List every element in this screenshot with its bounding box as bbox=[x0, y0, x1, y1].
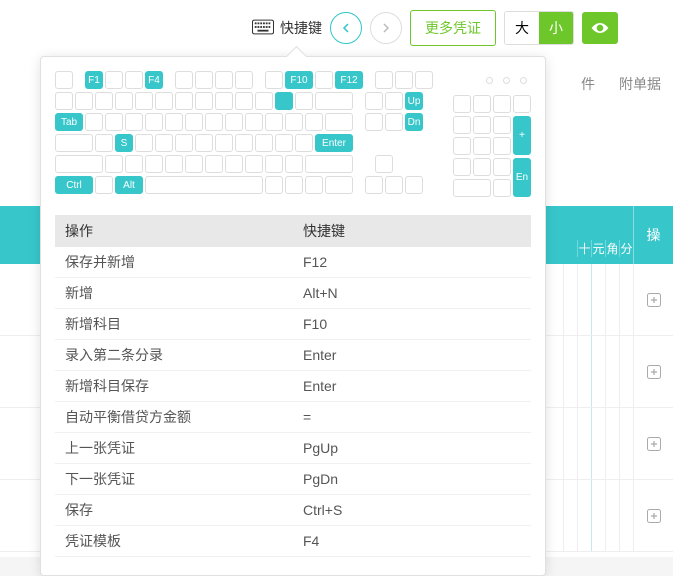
zoom-small[interactable]: 小 bbox=[539, 12, 573, 44]
shortcut-row: 录入第二条分录Enter bbox=[55, 340, 531, 371]
next-button[interactable] bbox=[370, 12, 402, 44]
shortcut-key: PgDn bbox=[293, 464, 531, 495]
shortcut-row: 新增Alt+N bbox=[55, 278, 531, 309]
add-row-button[interactable] bbox=[633, 336, 673, 408]
shortcut-action: 下一张凭证 bbox=[55, 464, 293, 495]
shortcut-row: 上一张凭证PgUp bbox=[55, 433, 531, 464]
shortcut-action: 保存 bbox=[55, 495, 293, 526]
operation-header: 操 bbox=[633, 206, 673, 264]
shortcut-keys-button[interactable]: 快捷键 bbox=[252, 18, 322, 38]
key-enter: Enter bbox=[315, 134, 353, 152]
shortcut-key: Enter bbox=[293, 371, 531, 402]
shortcut-row: 下一张凭证PgDn bbox=[55, 464, 531, 495]
more-voucher-button[interactable]: 更多凭证 bbox=[410, 10, 496, 46]
key-tab: Tab bbox=[55, 113, 83, 131]
add-row-button[interactable] bbox=[633, 408, 673, 480]
topbar: 快捷键 更多凭证 大 小 bbox=[0, 0, 673, 56]
shortcut-action: 凭证模板 bbox=[55, 526, 293, 557]
shortcut-row: 新增科目保存Enter bbox=[55, 371, 531, 402]
keyboard-icon bbox=[252, 19, 274, 38]
shortcut-action: 录入第二条分录 bbox=[55, 340, 293, 371]
shortcut-label: 快捷键 bbox=[280, 18, 322, 38]
shortcut-row: 保存Ctrl+S bbox=[55, 495, 531, 526]
shortcut-key: Enter bbox=[293, 340, 531, 371]
add-row-button[interactable] bbox=[633, 480, 673, 552]
shortcut-key: = bbox=[293, 402, 531, 433]
action-header: 操作 bbox=[55, 215, 293, 247]
shortcut-row: 凭证模板F4 bbox=[55, 526, 531, 557]
shortcut-row: 保存并新增F12 bbox=[55, 247, 531, 278]
key-f1: F1 bbox=[85, 71, 103, 89]
shortcut-key: F10 bbox=[293, 309, 531, 340]
key-pgup: Up bbox=[405, 92, 423, 110]
shortcut-key: F4 bbox=[293, 526, 531, 557]
key-f12: F12 bbox=[335, 71, 363, 89]
shortcut-key: F12 bbox=[293, 247, 531, 278]
shortcut-row: 新增科目F10 bbox=[55, 309, 531, 340]
shortcut-action: 新增 bbox=[55, 278, 293, 309]
attachment-label[interactable]: 附单据 bbox=[619, 74, 661, 94]
shortcut-key: Ctrl+S bbox=[293, 495, 531, 526]
shortcut-action: 自动平衡借贷方金额 bbox=[55, 402, 293, 433]
key-f4: F4 bbox=[145, 71, 163, 89]
shortcut-action: 新增科目 bbox=[55, 309, 293, 340]
key-ctrl: Ctrl bbox=[55, 176, 93, 194]
shortcut-action: 上一张凭证 bbox=[55, 433, 293, 464]
shortcut-action: 保存并新增 bbox=[55, 247, 293, 278]
key-pgdn: Dn bbox=[405, 113, 423, 131]
zoom-group: 大 小 bbox=[504, 11, 574, 45]
shortcut-action: 新增科目保存 bbox=[55, 371, 293, 402]
add-row-button[interactable] bbox=[633, 264, 673, 336]
key-s: S bbox=[115, 134, 133, 152]
key-f10: F10 bbox=[285, 71, 313, 89]
keyboard-diagram: F1 F4 F10 F12 Up Tab Dn bbox=[55, 71, 531, 209]
shortcuts-table: 操作 快捷键 保存并新增F12新增Alt+N新增科目F10录入第二条分录Ente… bbox=[55, 215, 531, 557]
shortcut-key: Alt+N bbox=[293, 278, 531, 309]
shortcut-key: PgUp bbox=[293, 433, 531, 464]
shortcut-row: 自动平衡借贷方金额= bbox=[55, 402, 531, 433]
prev-button[interactable] bbox=[330, 12, 362, 44]
shortcuts-popover: F1 F4 F10 F12 Up Tab Dn bbox=[40, 56, 546, 576]
col-yuan: 元 bbox=[591, 240, 605, 257]
col-fen: 分 bbox=[619, 240, 633, 257]
key-header: 快捷键 bbox=[293, 215, 531, 247]
col-jiao: 角 bbox=[605, 240, 619, 257]
col-ten: 十 bbox=[577, 240, 591, 257]
preview-button[interactable] bbox=[582, 12, 618, 44]
key-alt: Alt bbox=[115, 176, 143, 194]
zoom-big[interactable]: 大 bbox=[505, 12, 539, 44]
attachment-unit: 件 bbox=[581, 74, 595, 94]
